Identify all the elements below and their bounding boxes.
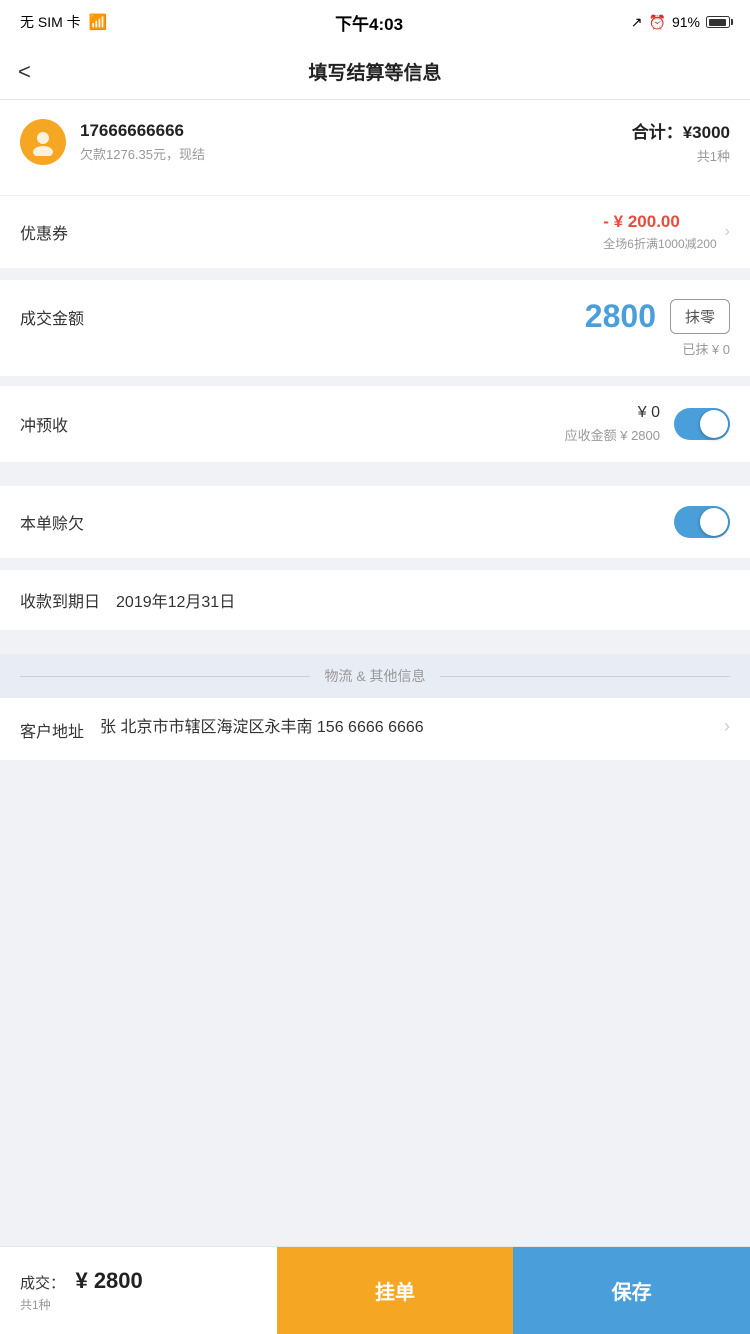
- coupon-label: 优惠券: [20, 220, 68, 244]
- bottom-amount: ¥ 2800: [75, 1268, 142, 1293]
- battery-icon: [706, 16, 730, 28]
- sep1: [0, 268, 750, 280]
- back-button[interactable]: <: [18, 59, 31, 85]
- amount-label: 成交金额: [20, 305, 84, 329]
- coupon-right: - ¥ 200.00 全场6折满1000减200 ›: [603, 212, 730, 252]
- amount-right: 2800 抹零: [585, 298, 730, 335]
- charge-sub: 应收金额 ¥ 2800: [565, 425, 660, 444]
- chevron-right-icon: ›: [725, 223, 730, 241]
- amount-row: 成交金额 2800 抹零: [20, 298, 730, 335]
- logistics-label: 物流 & 其他信息: [310, 666, 439, 686]
- charge-right: ¥ 0 应收金额 ¥ 2800: [565, 404, 730, 444]
- user-total-amount: 合计：¥3000: [632, 118, 730, 143]
- address-chevron-icon: ›: [724, 716, 730, 737]
- save-button[interactable]: 保存: [513, 1247, 750, 1334]
- status-time: 下午4:03: [335, 10, 403, 35]
- charge-row: 冲预收 ¥ 0 应收金额 ¥ 2800: [0, 376, 750, 462]
- divider-line-right: [440, 676, 730, 677]
- amount-section: 成交金额 2800 抹零 已抹 ¥ 0: [0, 280, 750, 376]
- bottom-deal-label: 成交：: [20, 1275, 65, 1292]
- duedate-row: 收款到期日 2019年12月31日: [0, 570, 750, 630]
- alarm-icon: ⏰: [649, 14, 666, 31]
- sep2: [0, 474, 750, 486]
- debt-row: 本单赊欠: [0, 486, 750, 558]
- debt-toggle[interactable]: [674, 506, 730, 538]
- wifi-icon: 📶: [89, 13, 108, 31]
- avatar: [20, 119, 66, 165]
- coupon-discount: - ¥ 200.00: [603, 212, 716, 232]
- user-phone: 17666666666: [80, 121, 632, 141]
- status-left: 无 SIM 卡 📶: [20, 12, 107, 32]
- total-label: 合计：: [632, 123, 683, 142]
- nav-bar: < 填写结算等信息: [0, 44, 750, 100]
- hold-button[interactable]: 挂单: [277, 1247, 514, 1334]
- coupon-row[interactable]: 优惠券 - ¥ 200.00 全场6折满1000减200 ›: [0, 195, 750, 268]
- bottom-count: 共1种: [20, 1296, 257, 1313]
- round-button[interactable]: 抹零: [670, 299, 730, 334]
- sep3: [0, 642, 750, 654]
- amount-sub: 已抹 ¥ 0: [20, 339, 730, 358]
- total-amount: ¥3000: [683, 123, 730, 142]
- content: 17666666666 欠款1276.35元，现结 合计：¥3000 共1种 优…: [0, 100, 750, 872]
- address-row[interactable]: 客户地址 张 北京市市辖区海淀区永丰南 156 6666 6666 ›: [0, 698, 750, 760]
- status-right: ↗ ⏰ 91%: [631, 14, 730, 31]
- charge-value-wrap: ¥ 0 应收金额 ¥ 2800: [565, 404, 660, 444]
- bottom-summary: 成交： ¥ 2800 共1种: [0, 1268, 277, 1313]
- user-sub-info: 欠款1276.35元，现结: [80, 144, 632, 163]
- address-value: 张 北京市市辖区海淀区永丰南 156 6666 6666: [100, 716, 714, 740]
- gps-icon: ↗: [631, 14, 643, 31]
- bottom-deal-line: 成交： ¥ 2800: [20, 1268, 257, 1294]
- user-row: 17666666666 欠款1276.35元，现结 合计：¥3000 共1种: [0, 100, 750, 183]
- status-bar: 无 SIM 卡 📶 下午4:03 ↗ ⏰ 91%: [0, 0, 750, 44]
- logistics-divider: 物流 & 其他信息: [0, 654, 750, 698]
- user-total-count: 共1种: [632, 146, 730, 165]
- charge-label: 冲预收: [20, 412, 68, 436]
- bottom-bar: 成交： ¥ 2800 共1种 挂单 保存: [0, 1246, 750, 1334]
- sim-label: 无 SIM 卡: [20, 12, 81, 32]
- charge-value: ¥ 0: [565, 404, 660, 422]
- address-label: 客户地址: [20, 718, 84, 742]
- user-coupon-card: 17666666666 欠款1276.35元，现结 合计：¥3000 共1种 优…: [0, 100, 750, 268]
- debt-toggle-knob: [700, 508, 728, 536]
- toggle-knob: [700, 410, 728, 438]
- duedate-label: 收款到期日: [20, 588, 100, 612]
- debt-label: 本单赊欠: [20, 510, 84, 534]
- battery-percent: 91%: [672, 14, 700, 30]
- charge-toggle[interactable]: [674, 408, 730, 440]
- user-info: 17666666666 欠款1276.35元，现结: [80, 121, 632, 163]
- amount-value: 2800: [585, 298, 656, 335]
- duedate-value: 2019年12月31日: [116, 588, 235, 612]
- coupon-value-wrap: - ¥ 200.00 全场6折满1000减200: [603, 212, 716, 252]
- divider-line-left: [20, 676, 310, 677]
- page-title: 填写结算等信息: [308, 58, 441, 85]
- coupon-desc: 全场6折满1000减200: [603, 235, 716, 252]
- user-total: 合计：¥3000 共1种: [632, 118, 730, 165]
